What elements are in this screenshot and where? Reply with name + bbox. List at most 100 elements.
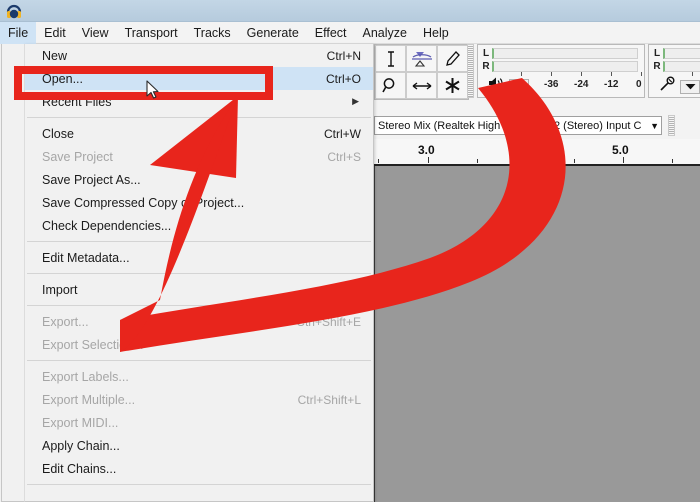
title-bar [0, 0, 700, 22]
tools-toolbar [374, 44, 469, 100]
menu-item-label: Import [42, 282, 78, 297]
menubar-item-view[interactable]: View [74, 22, 117, 44]
menu-item-close[interactable]: Close Ctrl+W [25, 122, 373, 145]
device-toolbar: Stereo Mix (Realtek High Defin ▼ 2 (Ster… [374, 112, 700, 139]
menu-item-label: Edit Chains... [42, 461, 117, 476]
menu-item-label: New [42, 48, 68, 63]
multi-tool-button[interactable] [437, 72, 468, 99]
meter-label-right: R [653, 61, 661, 72]
meter-label-left: L [653, 48, 661, 59]
menu-item-export-multiple: Export Multiple... Ctrl+Shift+L [25, 388, 373, 411]
audacity-logo-icon [5, 2, 23, 20]
submenu-arrow-icon: ▶ [352, 96, 359, 106]
menu-item-shortcut: Ctrl+N [326, 48, 361, 63]
ruler-tick [623, 157, 624, 163]
ruler-tick [428, 157, 429, 163]
speaker-icon [488, 76, 505, 95]
zoom-tool-button[interactable] [375, 72, 406, 99]
device-toolbar-grip[interactable] [668, 115, 675, 136]
draw-tool-button[interactable] [437, 45, 468, 72]
recording-meter-row-l: L [651, 47, 700, 60]
menubar-item-transport[interactable]: Transport [117, 22, 186, 44]
meter-tick [551, 72, 552, 76]
menu-item-edit-chains[interactable]: Edit Chains... [25, 457, 373, 480]
input-channels-value: 2 (Stereo) Input C [554, 119, 642, 132]
menu-separator [27, 305, 371, 306]
ruler-tick [574, 159, 575, 163]
meter-label-right: R [482, 61, 490, 72]
menu-item-label: Apply Chain... [42, 438, 120, 453]
menu-item-import[interactable]: Import ▶ [25, 278, 373, 301]
meter-scale-24: -24 [574, 79, 589, 90]
menubar-item-edit[interactable]: Edit [36, 22, 74, 44]
ruler-tick [378, 159, 379, 163]
menubar-item-help[interactable]: Help [415, 22, 457, 44]
mouse-pointer-icon [146, 80, 160, 105]
ruler-label-4: 4.0 [514, 143, 531, 157]
menu-item-check-dependencies[interactable]: Check Dependencies... [25, 214, 373, 237]
chevron-down-icon: ▼ [650, 120, 659, 131]
menu-item-label: Edit Metadata... [42, 250, 130, 265]
meter-bar-left [492, 48, 638, 59]
menu-item-edit-metadata[interactable]: Edit Metadata... [25, 246, 373, 269]
menubar-item-generate[interactable]: Generate [239, 22, 307, 44]
annotation-highlight-rect [14, 66, 273, 100]
meter-scale-36: -36 [544, 79, 559, 90]
menu-separator [27, 241, 371, 242]
menu-item-new[interactable]: New Ctrl+N [25, 44, 373, 67]
menu-item-export: Export... Ctrl+Shift+E [25, 310, 373, 333]
menu-item-label: Export Multiple... [42, 392, 136, 407]
meter-tick [611, 72, 612, 76]
menu-item-shortcut: Ctrl+Shift+L [297, 392, 361, 407]
submenu-arrow-icon: ▶ [352, 284, 359, 294]
menu-item-save-project: Save Project Ctrl+S [25, 145, 373, 168]
playback-meter-toolbar[interactable]: L R -36 -24 -12 0 [477, 44, 645, 98]
ruler-label-5: 5.0 [612, 143, 629, 157]
menu-item-apply-chain[interactable]: Apply Chain... [25, 434, 373, 457]
menu-item-shortcut: Ctrl+S [327, 149, 361, 164]
recording-meter-toolbar[interactable]: L R [648, 44, 700, 98]
playback-meter-row-r: R [480, 60, 638, 73]
selection-tool-button[interactable] [375, 45, 406, 72]
playback-meter-menu-button[interactable] [509, 78, 529, 93]
envelope-tool-button[interactable] [406, 45, 437, 72]
meter-label-left: L [482, 48, 490, 59]
menu-separator [27, 117, 371, 118]
meter-bar-left [663, 48, 700, 59]
menubar-item-analyze[interactable]: Analyze [355, 22, 415, 44]
menu-item-save-compressed-copy-of-project[interactable]: Save Compressed Copy of Project... [25, 191, 373, 214]
meter-bar-right [492, 61, 638, 72]
meter-tick [692, 72, 693, 76]
timeshift-tool-button[interactable] [406, 72, 437, 99]
meter-tick [521, 72, 522, 76]
meter-scale-12: -12 [604, 79, 619, 90]
input-channels-select[interactable]: 2 (Stereo) Input C ▼ [550, 116, 662, 135]
microphone-icon [659, 76, 676, 97]
menu-item-export-midi: Export MIDI... [25, 411, 373, 434]
menu-item-label: Check Dependencies... [42, 218, 172, 233]
recording-meter-menu-button[interactable] [680, 79, 700, 94]
menu-item-save-project-as[interactable]: Save Project As... [25, 168, 373, 191]
meter-toolbar-grip[interactable] [467, 44, 474, 98]
meter-tick [641, 72, 642, 76]
menu-item-label: Export Labels... [42, 369, 129, 384]
menu-item-label: Save Project [42, 149, 113, 164]
chevron-down-icon: ▼ [534, 120, 543, 131]
meter-tick [581, 72, 582, 76]
input-device-select[interactable]: Stereo Mix (Realtek High Defin ▼ [374, 116, 546, 135]
track-workspace[interactable] [374, 166, 700, 502]
menu-item-label: Close [42, 126, 74, 141]
playback-meter-row-l: L [480, 47, 638, 60]
ruler-tick [525, 157, 526, 163]
menu-left-gutter [1, 44, 25, 502]
menubar-item-effect[interactable]: Effect [307, 22, 355, 44]
menu-item-shortcut: Ctrl+W [324, 126, 361, 141]
meter-scale-0: 0 [636, 79, 642, 90]
input-device-value: Stereo Mix (Realtek High Defin [378, 119, 530, 132]
meter-bar-right [663, 61, 700, 72]
menu-separator [27, 360, 371, 361]
timeline-ruler[interactable]: 3.0 4.0 5.0 [374, 139, 700, 166]
menu-separator [27, 484, 371, 485]
menubar-item-tracks[interactable]: Tracks [186, 22, 239, 44]
menubar-item-file[interactable]: File [0, 21, 37, 44]
